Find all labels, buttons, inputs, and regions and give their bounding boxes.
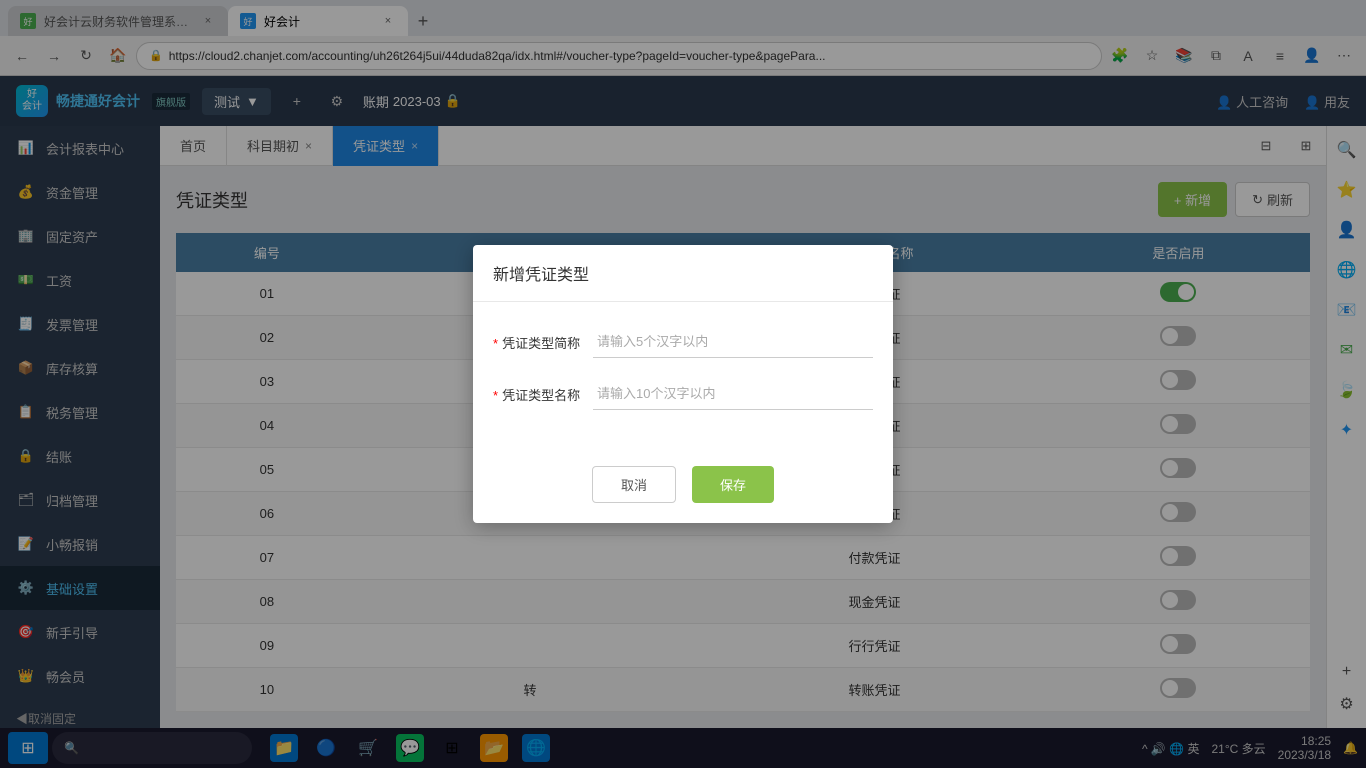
modal-header: 新增凭证类型 [473,245,893,302]
save-button[interactable]: 保存 [692,466,774,503]
name-form-row: *凭证类型名称 [493,378,873,410]
required-star-1: * [493,336,498,351]
short-label: *凭证类型简称 [493,333,593,352]
browser-frame: 好 好会计云财务软件管理系统_会计 × 好 好会计 × + ← → ↻ 🏠 🔒 … [0,0,1366,768]
cancel-button[interactable]: 取消 [592,466,676,503]
name-label: *凭证类型名称 [493,385,593,404]
modal-footer: 取消 保存 [473,454,893,523]
required-star-2: * [493,388,498,403]
new-voucher-type-modal: 新增凭证类型 *凭证类型简称 *凭证类型名称 取消 保存 [473,245,893,523]
modal-overlay: 新增凭证类型 *凭证类型简称 *凭证类型名称 取消 保存 [0,0,1366,768]
name-input[interactable] [593,378,873,410]
short-form-row: *凭证类型简称 [493,326,873,358]
modal-body: *凭证类型简称 *凭证类型名称 [473,302,893,454]
modal-title: 新增凭证类型 [493,267,589,284]
short-input[interactable] [593,326,873,358]
